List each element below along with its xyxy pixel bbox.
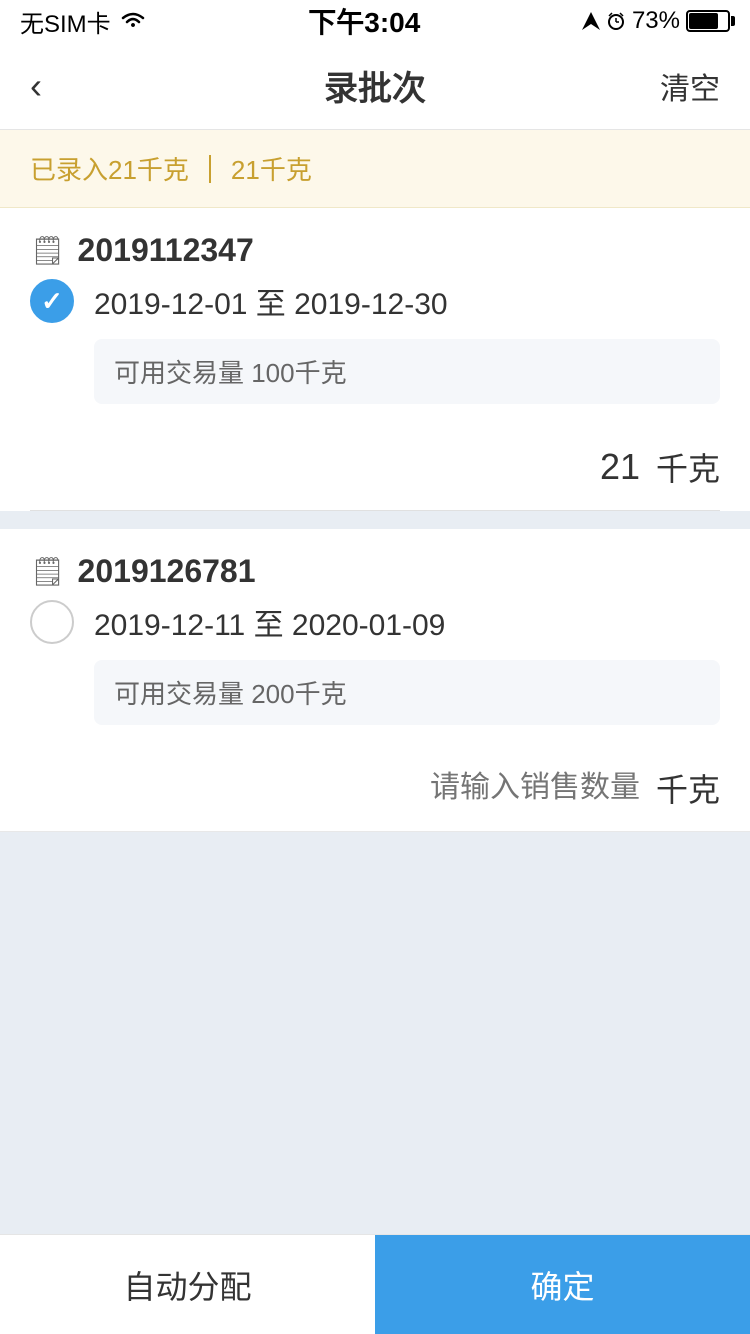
- empty-area: [0, 832, 750, 1292]
- document-icon-1: 🗒: [30, 234, 66, 267]
- info-banner: 已录入21千克 21千克: [0, 130, 750, 208]
- back-button[interactable]: ‹: [30, 65, 90, 107]
- quantity-unit-1: 千克: [656, 444, 720, 490]
- location-icon: [582, 12, 600, 30]
- auto-distribute-button[interactable]: 自动分配: [0, 1235, 375, 1334]
- batch-item-1: 🗒 2019112347 ✓ 2019-12-01 至 2019-12-30 可…: [0, 208, 750, 511]
- section-divider: [0, 511, 750, 529]
- status-right: 73%: [582, 7, 730, 35]
- carrier-text: 无SIM卡: [20, 4, 111, 39]
- clear-button[interactable]: 清空: [660, 64, 720, 108]
- battery-percent: 73%: [632, 7, 680, 35]
- nav-bar: ‹ 录批次 清空: [0, 42, 750, 130]
- bottom-bar: 自动分配 确定: [0, 1234, 750, 1334]
- batch-date-2: 2019-12-11 至 2020-01-09: [94, 600, 445, 644]
- quantity-value-1: 21: [600, 446, 640, 488]
- info-divider: [209, 155, 211, 183]
- battery-icon: [686, 10, 730, 32]
- page-title: 录批次: [324, 61, 426, 110]
- recorded-amount: 已录入21千克: [30, 150, 189, 187]
- quantity-input-2[interactable]: [254, 771, 640, 805]
- radio-button-2[interactable]: [30, 600, 74, 644]
- alarm-icon: [606, 11, 626, 31]
- quantity-row-1: 21 千克: [0, 428, 750, 510]
- batch-id-1: 2019112347: [78, 232, 254, 269]
- quantity-input-row-2: 千克: [0, 749, 750, 832]
- document-icon-2: 🗒: [30, 555, 66, 588]
- batch-id-2: 2019126781: [78, 553, 256, 590]
- radio-button-1[interactable]: ✓: [30, 279, 74, 323]
- batch-item-2: 🗒 2019126781 2019-12-11 至 2020-01-09 可用交…: [0, 529, 750, 832]
- check-icon-1: ✓: [41, 286, 63, 317]
- batch-available-1: 可用交易量 100千克: [94, 339, 720, 404]
- confirm-button[interactable]: 确定: [375, 1235, 750, 1334]
- batch-date-1: 2019-12-01 至 2019-12-30: [94, 279, 448, 323]
- quantity-unit-2: 千克: [656, 765, 720, 811]
- status-time: 下午3:04: [308, 1, 420, 41]
- total-amount: 21千克: [231, 150, 312, 187]
- status-bar: 无SIM卡 下午3:04 73%: [0, 0, 750, 42]
- wifi-icon: [119, 11, 147, 31]
- batch-available-2: 可用交易量 200千克: [94, 660, 720, 725]
- status-left: 无SIM卡: [20, 4, 147, 39]
